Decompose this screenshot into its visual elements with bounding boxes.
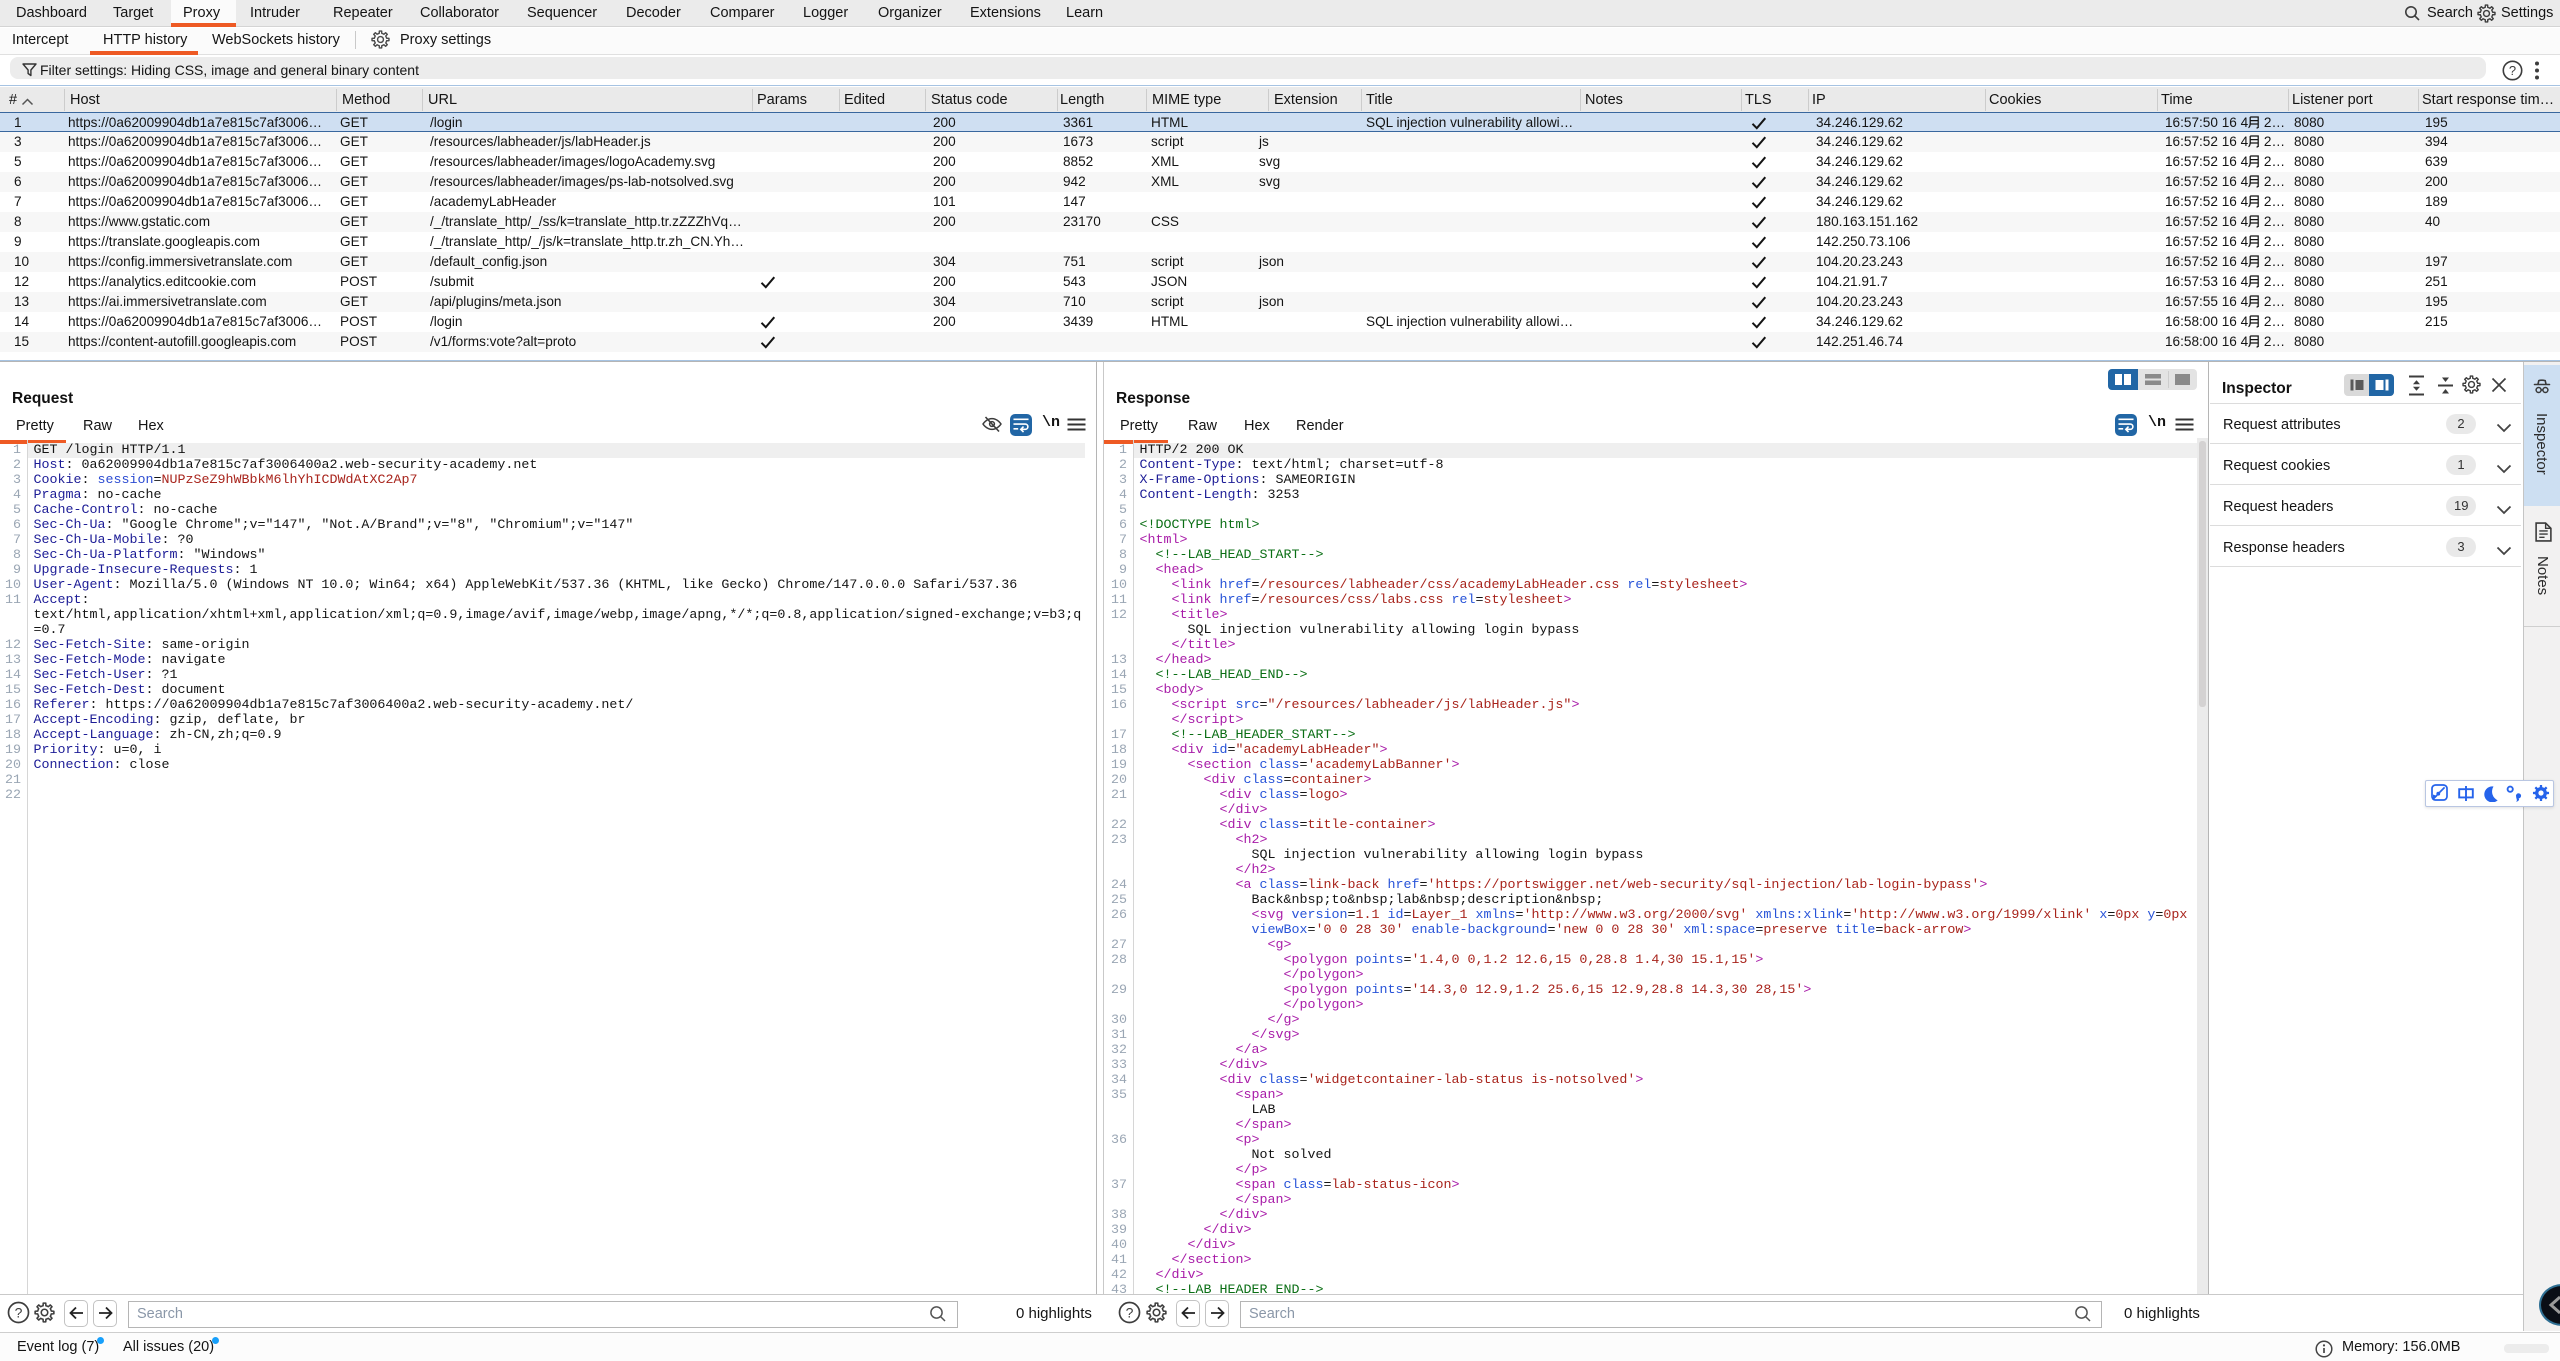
svg-text:?: ? <box>2509 63 2516 78</box>
svg-text:?: ? <box>1126 1304 1134 1320</box>
svg-text:?: ? <box>15 1304 23 1320</box>
